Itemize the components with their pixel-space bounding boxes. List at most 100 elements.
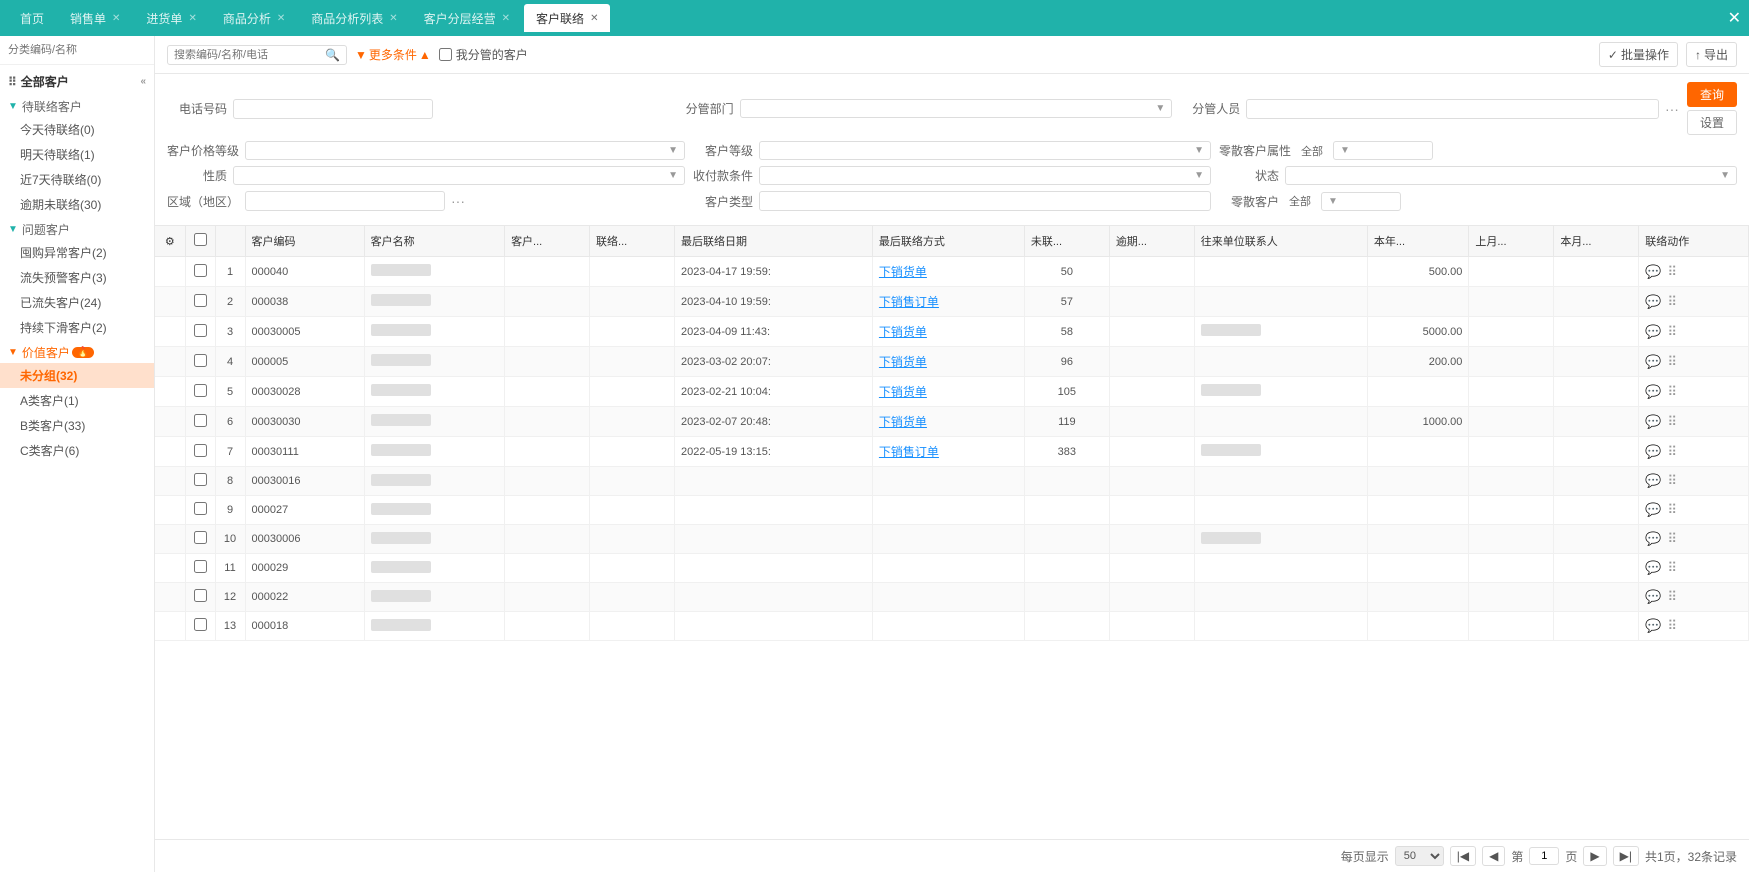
td-checkbox[interactable] [185,496,215,525]
chat-icon[interactable]: 💬 [1645,618,1661,634]
manager-input[interactable] [1246,99,1659,119]
row-checkbox[interactable] [194,294,207,307]
more-action-icon[interactable]: ⠿ [1667,384,1677,400]
contact-type-link[interactable]: 下销货单 [879,385,927,399]
td-checkbox[interactable] [185,437,215,467]
contact-type-link[interactable]: 下销售订单 [879,295,939,309]
row-checkbox[interactable] [194,324,207,337]
status-select[interactable]: ▼ [1285,166,1737,185]
sidebar-item-declining[interactable]: 持续下滑客户(2) [0,315,154,340]
chat-icon[interactable]: 💬 [1645,531,1661,547]
chat-icon[interactable]: 💬 [1645,560,1661,576]
td-last-contact-type[interactable]: 下销货单 [872,377,1024,407]
row-checkbox[interactable] [194,444,207,457]
price-level-select[interactable]: ▼ [245,141,685,160]
chat-icon[interactable]: 💬 [1645,502,1661,518]
more-action-icon[interactable]: ⠿ [1667,324,1677,340]
td-last-contact-type[interactable] [872,525,1024,554]
row-checkbox[interactable] [194,618,207,631]
group-pending-title[interactable]: ▼ 待联络客户 [0,94,154,117]
select-all-checkbox[interactable] [194,233,207,246]
chat-icon[interactable]: 💬 [1645,414,1661,430]
td-last-contact-type[interactable] [872,496,1024,525]
td-last-contact-type[interactable] [872,583,1024,612]
nature-select[interactable]: ▼ [233,166,685,185]
sidebar-item-churn-warning[interactable]: 流失预警客户(3) [0,265,154,290]
chat-icon[interactable]: 💬 [1645,324,1661,340]
more-action-icon[interactable]: ⠿ [1667,414,1677,430]
chat-icon[interactable]: 💬 [1645,354,1661,370]
region-input[interactable] [245,191,445,211]
row-checkbox[interactable] [194,560,207,573]
next-page-btn[interactable]: ▶ [1583,846,1606,866]
tab-product-analysis-close[interactable]: ✕ [277,13,285,24]
td-last-contact-type[interactable]: 下销货单 [872,407,1024,437]
query-btn[interactable]: 查询 [1687,82,1737,107]
sidebar-item-churned[interactable]: 已流失客户(24) [0,290,154,315]
th-checkbox[interactable] [185,226,215,257]
td-last-contact-type[interactable]: 下销货单 [872,257,1024,287]
phone-input[interactable] [233,99,433,119]
td-checkbox[interactable] [185,257,215,287]
row-checkbox[interactable] [194,384,207,397]
reset-btn[interactable]: 设置 [1687,110,1737,135]
chat-icon[interactable]: 💬 [1645,264,1661,280]
sidebar-item-c-class[interactable]: C类客户(6) [0,438,154,463]
tab-sales-close[interactable]: ✕ [112,13,120,24]
more-action-icon[interactable]: ⠿ [1667,264,1677,280]
more-action-icon[interactable]: ⠿ [1667,560,1677,576]
td-last-contact-type[interactable]: 下销货单 [872,317,1024,347]
last-page-btn[interactable]: ▶| [1613,846,1639,866]
td-checkbox[interactable] [185,467,215,496]
close-all-icon[interactable]: ✕ [1728,8,1741,28]
td-last-contact-type[interactable]: 下销售订单 [872,287,1024,317]
page-input[interactable] [1529,847,1559,865]
payment-select[interactable]: ▼ [759,166,1211,185]
td-checkbox[interactable] [185,407,215,437]
tab-customer-contact-close[interactable]: ✕ [590,13,598,24]
chat-icon[interactable]: 💬 [1645,473,1661,489]
td-checkbox[interactable] [185,287,215,317]
first-page-btn[interactable]: |◀ [1450,846,1476,866]
per-page-select[interactable]: 50 100 200 [1395,846,1444,866]
row-checkbox[interactable] [194,264,207,277]
tab-product-analysis[interactable]: 商品分析 ✕ [211,4,297,32]
sidebar-item-a-class[interactable]: A类客户(1) [0,388,154,413]
more-action-icon[interactable]: ⠿ [1667,618,1677,634]
tab-customer-contact[interactable]: 客户联络 ✕ [524,4,610,32]
tab-customer-segment[interactable]: 客户分层经营 ✕ [412,4,522,32]
customer-type-input[interactable] [759,191,1211,211]
chat-icon[interactable]: 💬 [1645,294,1661,310]
td-last-contact-type[interactable] [872,467,1024,496]
td-checkbox[interactable] [185,347,215,377]
chat-icon[interactable]: 💬 [1645,384,1661,400]
sidebar-item-abnormal[interactable]: 囤购异常客户(2) [0,240,154,265]
td-checkbox[interactable] [185,377,215,407]
category-search-input[interactable] [8,44,150,56]
tab-home[interactable]: 首页 [8,4,56,32]
tab-purchase-close[interactable]: ✕ [188,13,196,24]
region-more-icon[interactable]: ··· [451,193,465,209]
all-customers-header[interactable]: ⠿ 全部客户 « [0,65,154,94]
row-checkbox[interactable] [194,473,207,486]
group-problem-title[interactable]: ▼ 问题客户 [0,217,154,240]
td-checkbox[interactable] [185,583,215,612]
row-checkbox[interactable] [194,502,207,515]
retail-attr-select[interactable]: ▼ [1333,141,1433,160]
contact-type-link[interactable]: 下销售订单 [879,445,939,459]
my-customers-checkbox[interactable] [439,48,452,61]
tab-sales[interactable]: 销售单 ✕ [58,4,132,32]
td-checkbox[interactable] [185,525,215,554]
more-action-icon[interactable]: ⠿ [1667,473,1677,489]
manager-more-icon[interactable]: ··· [1665,101,1679,117]
more-action-icon[interactable]: ⠿ [1667,354,1677,370]
chat-icon[interactable]: 💬 [1645,444,1661,460]
dept-select[interactable]: ▼ [740,99,1173,118]
export-btn[interactable]: ↑ 导出 [1686,42,1737,67]
td-last-contact-type[interactable] [872,554,1024,583]
contact-type-link[interactable]: 下销货单 [879,265,927,279]
more-action-icon[interactable]: ⠿ [1667,294,1677,310]
tab-purchase[interactable]: 进货单 ✕ [134,4,208,32]
tab-product-list[interactable]: 商品分析列表 ✕ [299,4,409,32]
more-action-icon[interactable]: ⠿ [1667,589,1677,605]
